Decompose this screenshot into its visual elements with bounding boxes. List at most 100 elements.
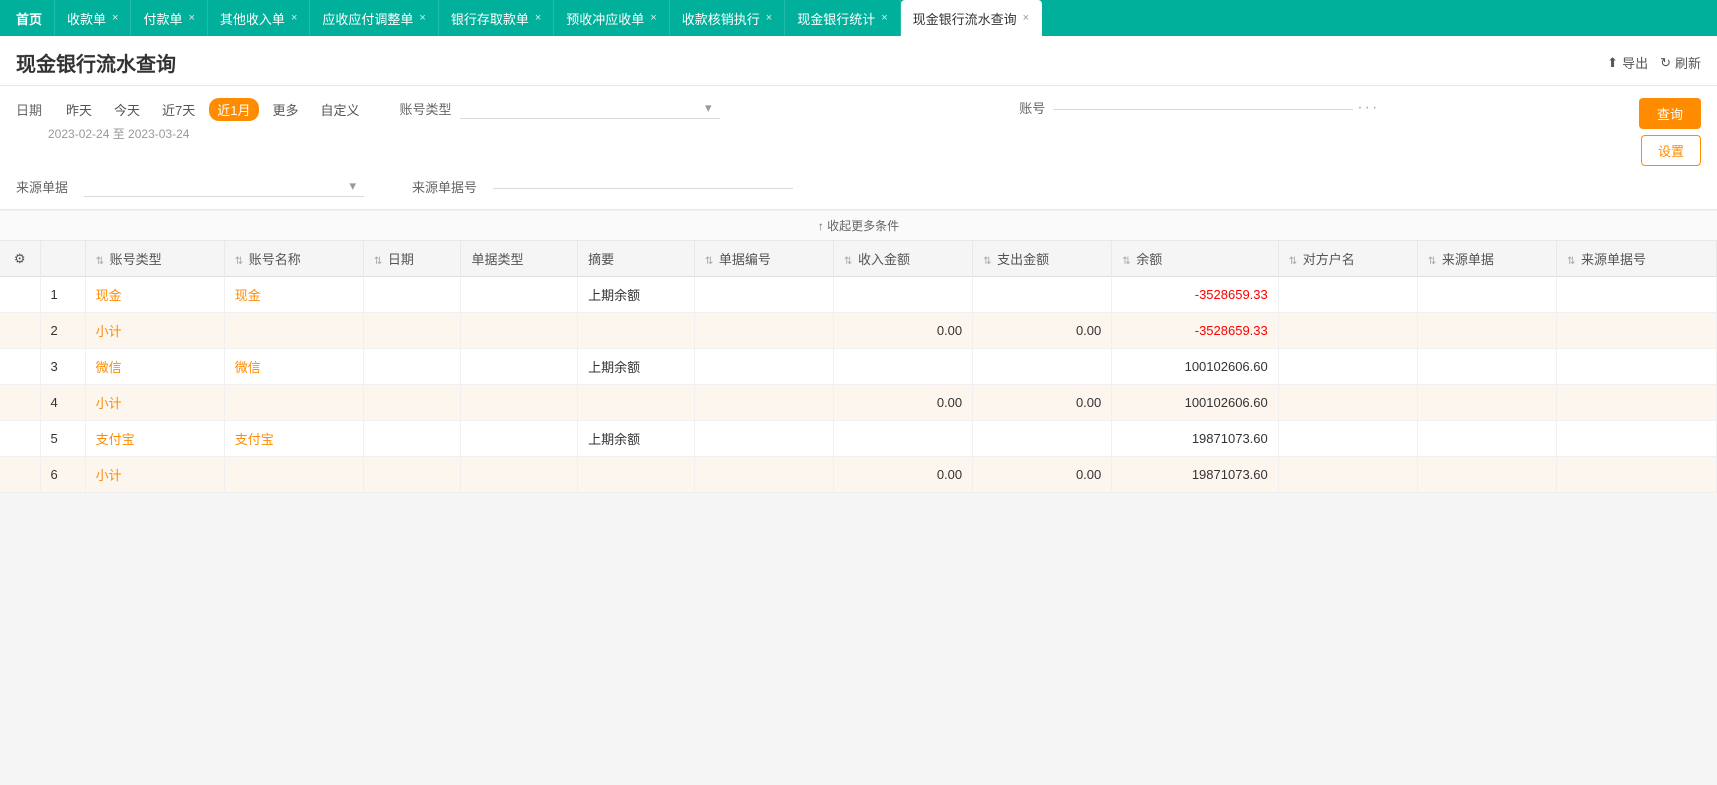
cash-stat-label: 现金银行统计 (797, 9, 875, 28)
row-counterparty-cell (1278, 421, 1417, 457)
nav-tab-bank-deposit[interactable]: 银行存取款单 × (439, 0, 554, 36)
row-account-name-cell: 支付宝 (224, 421, 363, 457)
row-summary-cell: 上期余额 (578, 421, 695, 457)
row-account-type-cell: 现金 (85, 277, 224, 313)
source-doc-column-header[interactable]: ⇅ 来源单据 (1417, 241, 1556, 277)
date-range-display: 2023-02-24 至 2023-03-24 (48, 127, 189, 141)
close-cash-stat-icon[interactable]: × (881, 12, 887, 24)
payment-label: 付款单 (143, 9, 182, 28)
date-opt-1month[interactable]: 近1月 (209, 98, 258, 121)
doc-no-sort-icon: ⇅ (705, 256, 713, 267)
row-gear-cell (0, 313, 40, 349)
header-actions: ⬆ 导出 ↻ 刷新 (1607, 53, 1701, 72)
nav-tab-receipt[interactable]: 收款单 × (55, 0, 131, 36)
row-expense-cell (973, 349, 1112, 385)
row-source-doc-cell (1417, 385, 1556, 421)
collection-exec-label: 收款核销执行 (682, 9, 760, 28)
table-row[interactable]: 1 现金 现金 上期余额 -3528659.33 (0, 277, 1717, 313)
date-opt-today[interactable]: 今天 (106, 98, 148, 121)
source-doc-select[interactable]: ▾ (84, 176, 364, 197)
close-other-income-icon[interactable]: × (291, 12, 297, 24)
source-doc-no-sort-icon: ⇅ (1567, 256, 1575, 267)
row-gear-cell (0, 421, 40, 457)
expense-column-header[interactable]: ⇅ 支出金额 (973, 241, 1112, 277)
export-button[interactable]: ⬆ 导出 (1607, 53, 1648, 72)
account-more-button[interactable]: ··· (1357, 99, 1379, 117)
row-account-name-cell (224, 313, 363, 349)
account-input[interactable] (1053, 105, 1353, 110)
nav-tab-payment[interactable]: 付款单 × (131, 0, 207, 36)
source-doc-sort-icon: ⇅ (1428, 256, 1436, 267)
counterparty-column-header[interactable]: ⇅ 对方户名 (1278, 241, 1417, 277)
advance-offset-label: 预收冲应收单 (566, 9, 644, 28)
data-table: ⚙ ⇅ 账号类型 ⇅ 账号名称 ⇅ 日期 单据类型 (0, 241, 1717, 493)
nav-tab-advance-offset[interactable]: 预收冲应收单 × (554, 0, 669, 36)
table-row[interactable]: 3 微信 微信 上期余额 100102606.60 (0, 349, 1717, 385)
export-icon: ⬆ (1607, 55, 1618, 71)
row-doc-type-cell (461, 421, 578, 457)
date-opt-7days[interactable]: 近7天 (154, 98, 203, 121)
source-doc-no-column-header[interactable]: ⇅ 来源单据号 (1557, 241, 1717, 277)
row-counterparty-cell (1278, 385, 1417, 421)
doc-no-column-header[interactable]: ⇅ 单据编号 (694, 241, 833, 277)
close-receipt-icon[interactable]: × (112, 12, 118, 24)
nav-tab-ar-adjust[interactable]: 应收应付调整单 × (310, 0, 438, 36)
source-doc-no-input[interactable] (493, 184, 793, 189)
nav-tab-home[interactable]: 首页 (4, 0, 55, 36)
table-row[interactable]: 4 小计 0.00 0.00 100102606.60 (0, 385, 1717, 421)
collapse-bar[interactable]: ↑ 收起更多条件 (0, 210, 1717, 241)
export-label: 导出 (1622, 53, 1648, 72)
close-payment-icon[interactable]: × (188, 12, 194, 24)
row-source-doc-no-cell (1557, 349, 1717, 385)
close-bank-deposit-icon[interactable]: × (535, 12, 541, 24)
home-label: 首页 (16, 9, 42, 28)
row-account-type-cell: 小计 (85, 457, 224, 493)
date-opt-yesterday[interactable]: 昨天 (58, 98, 100, 121)
table-row[interactable]: 6 小计 0.00 0.00 19871073.60 (0, 457, 1717, 493)
counterparty-sort-icon: ⇅ (1289, 256, 1297, 267)
row-doc-no-cell (694, 277, 833, 313)
account-type-column-header[interactable]: ⇅ 账号类型 (85, 241, 224, 277)
nav-tab-cash-flow[interactable]: 现金银行流水查询 × (901, 0, 1042, 36)
expense-sort-icon: ⇅ (983, 256, 991, 267)
income-column-header[interactable]: ⇅ 收入金额 (834, 241, 973, 277)
summary-column-header: 摘要 (578, 241, 695, 277)
refresh-button[interactable]: ↻ 刷新 (1660, 53, 1701, 72)
row-account-type-cell: 支付宝 (85, 421, 224, 457)
row-source-doc-cell (1417, 313, 1556, 349)
table-row[interactable]: 2 小计 0.00 0.00 -3528659.33 (0, 313, 1717, 349)
refresh-icon: ↻ (1660, 55, 1671, 71)
date-opt-custom[interactable]: 自定义 (313, 98, 368, 121)
row-balance-cell: 100102606.60 (1112, 385, 1279, 421)
date-column-header[interactable]: ⇅ 日期 (363, 241, 461, 277)
date-opt-more[interactable]: 更多 (265, 98, 307, 121)
close-advance-offset-icon[interactable]: × (650, 12, 656, 24)
close-cash-flow-icon[interactable]: × (1023, 12, 1029, 24)
query-button[interactable]: 查询 (1639, 98, 1701, 129)
row-doc-no-cell (694, 421, 833, 457)
settings-button[interactable]: 设置 (1641, 135, 1701, 166)
nav-tab-collection-exec[interactable]: 收款核销执行 × (670, 0, 785, 36)
row-income-cell: 0.00 (834, 313, 973, 349)
close-collection-exec-icon[interactable]: × (766, 12, 772, 24)
account-name-column-header[interactable]: ⇅ 账号名称 (224, 241, 363, 277)
account-type-select[interactable]: ▾ (460, 98, 720, 119)
bank-deposit-label: 银行存取款单 (451, 9, 529, 28)
row-num-cell: 5 (40, 421, 85, 457)
row-summary-cell (578, 313, 695, 349)
nav-tab-other-income[interactable]: 其他收入单 × (208, 0, 310, 36)
row-summary-cell (578, 385, 695, 421)
row-doc-no-cell (694, 385, 833, 421)
date-options: 昨天 今天 近7天 近1月 更多 自定义 (58, 98, 368, 121)
balance-column-header[interactable]: ⇅ 余额 (1112, 241, 1279, 277)
row-source-doc-no-cell (1557, 313, 1717, 349)
table-row[interactable]: 5 支付宝 支付宝 上期余额 19871073.60 (0, 421, 1717, 457)
nav-tab-cash-stat[interactable]: 现金银行统计 × (785, 0, 900, 36)
page-header: 现金银行流水查询 ⬆ 导出 ↻ 刷新 (0, 36, 1717, 86)
row-source-doc-no-cell (1557, 421, 1717, 457)
row-counterparty-cell (1278, 457, 1417, 493)
gear-column-header[interactable]: ⚙ (0, 241, 40, 277)
row-date-cell (363, 421, 461, 457)
gear-icon[interactable]: ⚙ (14, 251, 26, 266)
close-ar-adjust-icon[interactable]: × (419, 12, 425, 24)
